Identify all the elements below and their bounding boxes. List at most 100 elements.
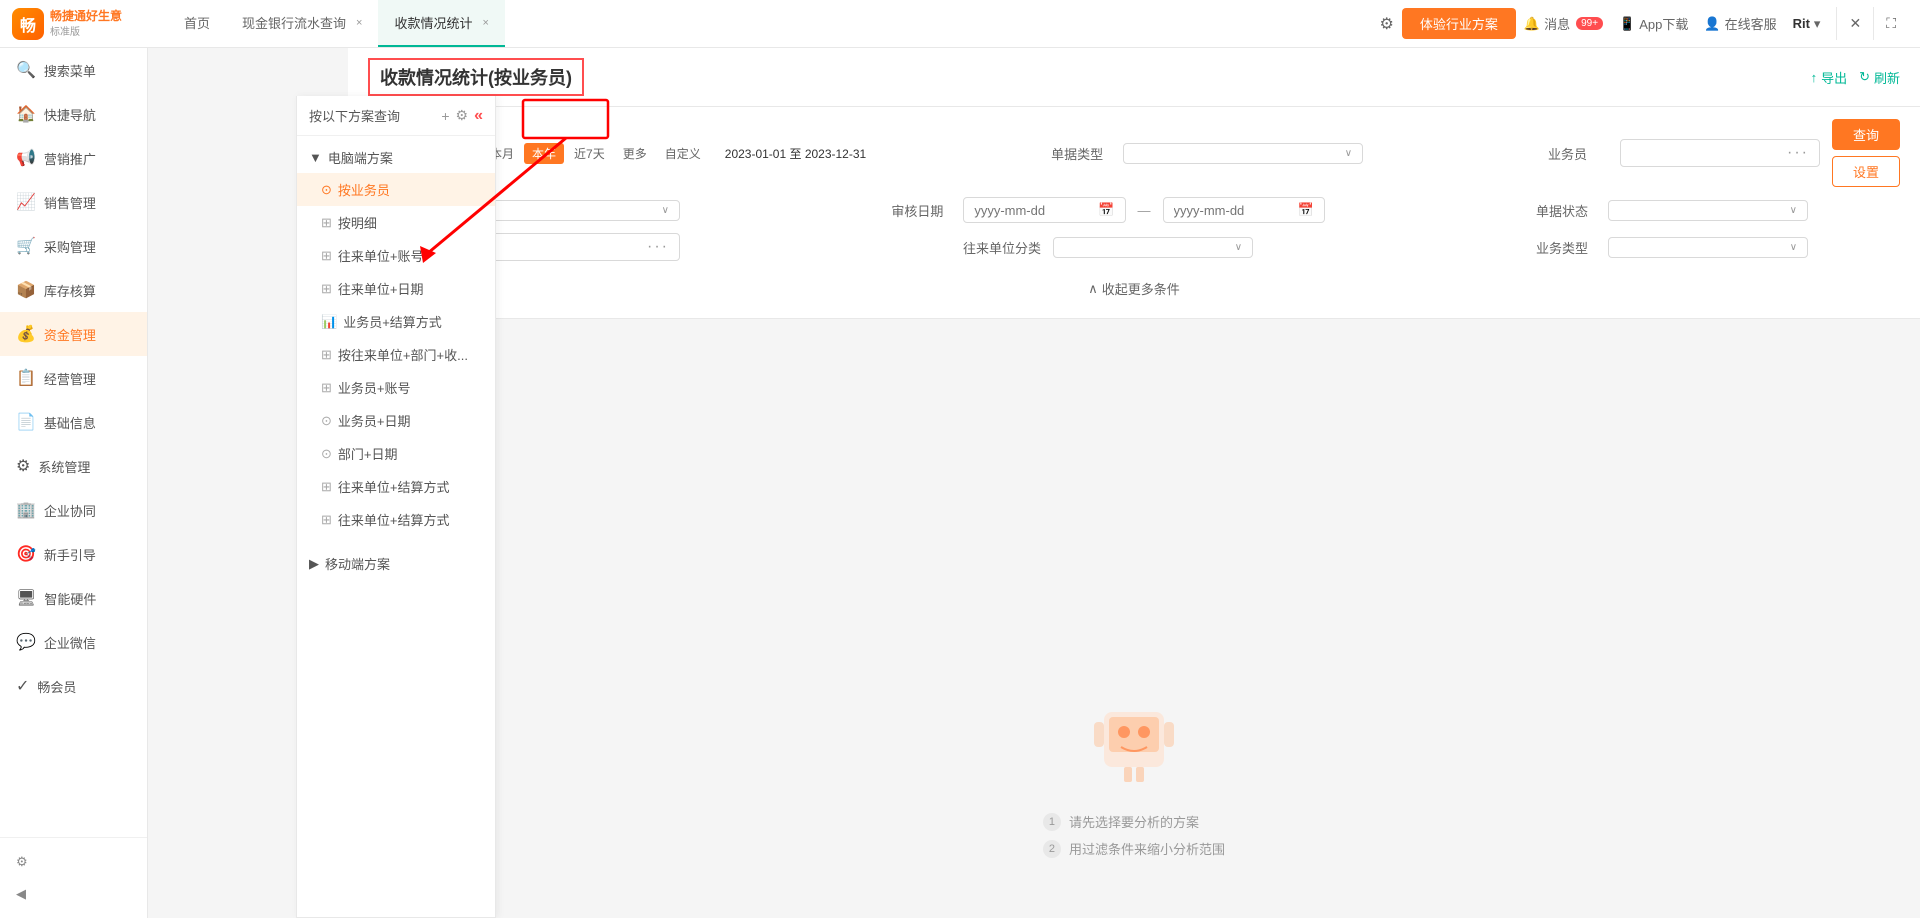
sidebar-item-hardware[interactable]: 🖥 智能硬件 [0,576,147,620]
sidebar-item-purchase[interactable]: 🛒 采购管理 [0,224,147,268]
scheme-item-salesperson-date[interactable]: ⊙ 业务员+日期 [297,404,495,437]
corp-icon: 🏢 [16,500,36,520]
query-btn[interactable]: 查询 [1832,119,1900,150]
close-window-btn[interactable]: ✕ [1836,7,1873,40]
counterpart-classify-select[interactable]: ∨ [1053,237,1253,258]
scheme-item-salesperson-payment[interactable]: 📊 业务员+结算方式 [297,305,495,338]
main-content: 1 请先选择要分析的方案 2 用过滤条件来缩小分析范围 [348,319,1920,918]
sidebar-item-member[interactable]: ✓ 畅会员 [0,664,147,708]
date-tab-7days[interactable]: 近7天 [566,143,613,164]
filter-settings-btn[interactable]: 设置 [1832,156,1900,187]
user-menu[interactable]: Rit ▾ [1793,16,1821,32]
add-scheme-btn[interactable]: + [441,108,449,124]
export-icon: ↑ [1811,70,1818,85]
export-btn[interactable]: ↑ 导出 [1811,68,1848,87]
sidebar-item-label: 企业微信 [44,633,96,652]
sidebar-item-wechat[interactable]: 💬 企业微信 [0,620,147,664]
sidebar-item-label: 经营管理 [44,369,96,388]
biz-type-dropdown-icon: ∨ [1790,242,1797,253]
scheme-item-unit-payment2[interactable]: ⊞ 往来单位+结算方式 [297,503,495,536]
wechat-icon: 💬 [16,632,36,652]
sidebar-item-label: 系统管理 [38,457,90,476]
biz-type-select[interactable]: ∨ [1608,237,1808,258]
sidebar-item-system[interactable]: ⚙ 系统管理 [0,444,147,488]
notification-btn[interactable]: 🔔 消息 99+ [1524,14,1603,33]
maximize-window-btn[interactable]: ⛶ [1873,7,1908,40]
counterpart-more-icon[interactable]: ··· [647,238,669,256]
close-tab-receipt-stats-icon[interactable]: × [482,17,488,29]
scheme-item-salesperson-account[interactable]: ⊞ 业务员+账号 [297,371,495,404]
tab-receipt-stats[interactable]: 收款情况统计 × [378,0,504,47]
calendar-icon: 📅 [1098,202,1114,218]
filter-panel: 单据日期 上月 本月 本年 近7天 更多 自定义 2023-01-01 至 20… [348,107,1920,319]
date-tab-custom[interactable]: 自定义 [657,143,709,164]
sales-icon: 📈 [16,192,36,212]
sidebar-item-operations[interactable]: 📋 经营管理 [0,356,147,400]
refresh-btn[interactable]: ↻ 刷新 [1859,68,1900,87]
status-select[interactable]: ∨ [1608,200,1808,221]
service-btn[interactable]: 👤 在线客服 [1704,14,1776,33]
sidebar-item-basic[interactable]: 📄 基础信息 [0,400,147,444]
scheme-icon: ⊞ [321,347,332,363]
collapse-bar[interactable]: ∧ 收起更多条件 [368,271,1900,306]
scheme-collapse-btn[interactable]: « [474,107,483,125]
sidebar-item-label: 智能硬件 [44,589,96,608]
salesperson-select[interactable]: ··· [1620,139,1820,167]
sidebar-item-sales[interactable]: 📈 销售管理 [0,180,147,224]
date-tab-this-year[interactable]: 本年 [524,143,564,164]
sidebar-item-finance[interactable]: 💰 资金管理 [0,312,147,356]
scheme-icon: ⊙ [321,413,332,429]
date-tab-more[interactable]: 更多 [615,143,655,164]
sidebar-item-marketing[interactable]: 📢 营销推广 [0,136,147,180]
scheme-item-unit-dept[interactable]: ⊞ 按往来单位+部门+收... [297,338,495,371]
type-select[interactable]: ∨ [1123,143,1363,164]
scheme-item-unit-payment1[interactable]: ⊞ 往来单位+结算方式 [297,470,495,503]
sidebar-item-label: 营销推广 [44,149,96,168]
sidebar-item-label: 销售管理 [44,193,96,212]
sidebar-item-label: 基础信息 [44,413,96,432]
content-area: 按以下方案查询 + ⚙ « ▼ 电脑端方案 ⊙ 按业务员 ⊞ 按明 [148,48,1920,918]
user-dropdown-icon: ▾ [1814,16,1821,32]
counterpart-classify-label: 往来单位分类 [963,238,1041,257]
scheme-item-unit-date[interactable]: ⊞ 往来单位+日期 [297,272,495,305]
logo-icon: 畅 [12,8,44,40]
service-icon: 👤 [1704,16,1720,32]
sidebar-item-guide[interactable]: 🎯 新手引导 [0,532,147,576]
app-download-btn[interactable]: 📱 App下载 [1619,14,1688,33]
inventory-icon: 📦 [16,280,36,300]
review-date-end[interactable]: 📅 [1163,197,1325,223]
calendar-icon-2: 📅 [1298,202,1314,218]
scheme-item-dept-date[interactable]: ⊙ 部门+日期 [297,437,495,470]
page-header: 收款情况统计(按业务员) ↑ 导出 ↻ 刷新 [348,48,1920,107]
scheme-group-desktop-title[interactable]: ▼ 电脑端方案 [297,142,495,173]
sidebar-item-inventory[interactable]: 📦 库存核算 [0,268,147,312]
scheme-icon: ⊙ [321,182,332,198]
review-date-end-input[interactable] [1174,203,1294,218]
dept-dropdown-icon: ∨ [662,205,669,216]
tab-cash-flow[interactable]: 现金银行流水查询 × [226,0,378,47]
close-tab-cash-flow-icon[interactable]: × [356,17,362,29]
type-dropdown-icon: ∨ [1345,148,1352,159]
review-date-start-input[interactable] [974,203,1094,218]
trial-btn[interactable]: 体验行业方案 [1402,8,1516,39]
filter-row-1: 单据日期 上月 本月 本年 近7天 更多 自定义 2023-01-01 至 20… [368,119,1900,187]
sidebar-item-shortcuts[interactable]: 🏠 快捷导航 [0,92,147,136]
empty-tip-2: 2 用过滤条件来缩小分析范围 [1043,839,1225,858]
scheme-item-detail[interactable]: ⊞ 按明细 [297,206,495,239]
scheme-settings-btn[interactable]: ⚙ [456,107,469,124]
salesperson-more-icon[interactable]: ··· [1787,144,1809,162]
empty-illustration [1074,692,1194,792]
sidebar-settings-btn[interactable]: ⚙ [0,846,147,878]
sidebar-item-search[interactable]: 🔍 搜索菜单 [0,48,147,92]
sidebar-item-label: 资金管理 [44,325,96,344]
gear-btn[interactable]: ⚙ [1380,14,1394,34]
scheme-item-unit-account[interactable]: ⊞ 往来单位+账号 [297,239,495,272]
scheme-item-by-salesperson[interactable]: ⊙ 按业务员 [297,173,495,206]
tab-home[interactable]: 首页 [168,0,226,47]
sidebar-collapse-btn[interactable]: ◀ [0,878,147,910]
filter-row-3: 往来单位 ··· 往来单位分类 ∨ 业务类型 ∨ [368,233,1900,261]
review-date-start[interactable]: 📅 [963,197,1125,223]
sidebar-item-corp[interactable]: 🏢 企业协同 [0,488,147,532]
hardware-icon: 🖥 [16,588,36,608]
scheme-group-mobile-title[interactable]: ▶ 移动端方案 [297,548,495,579]
